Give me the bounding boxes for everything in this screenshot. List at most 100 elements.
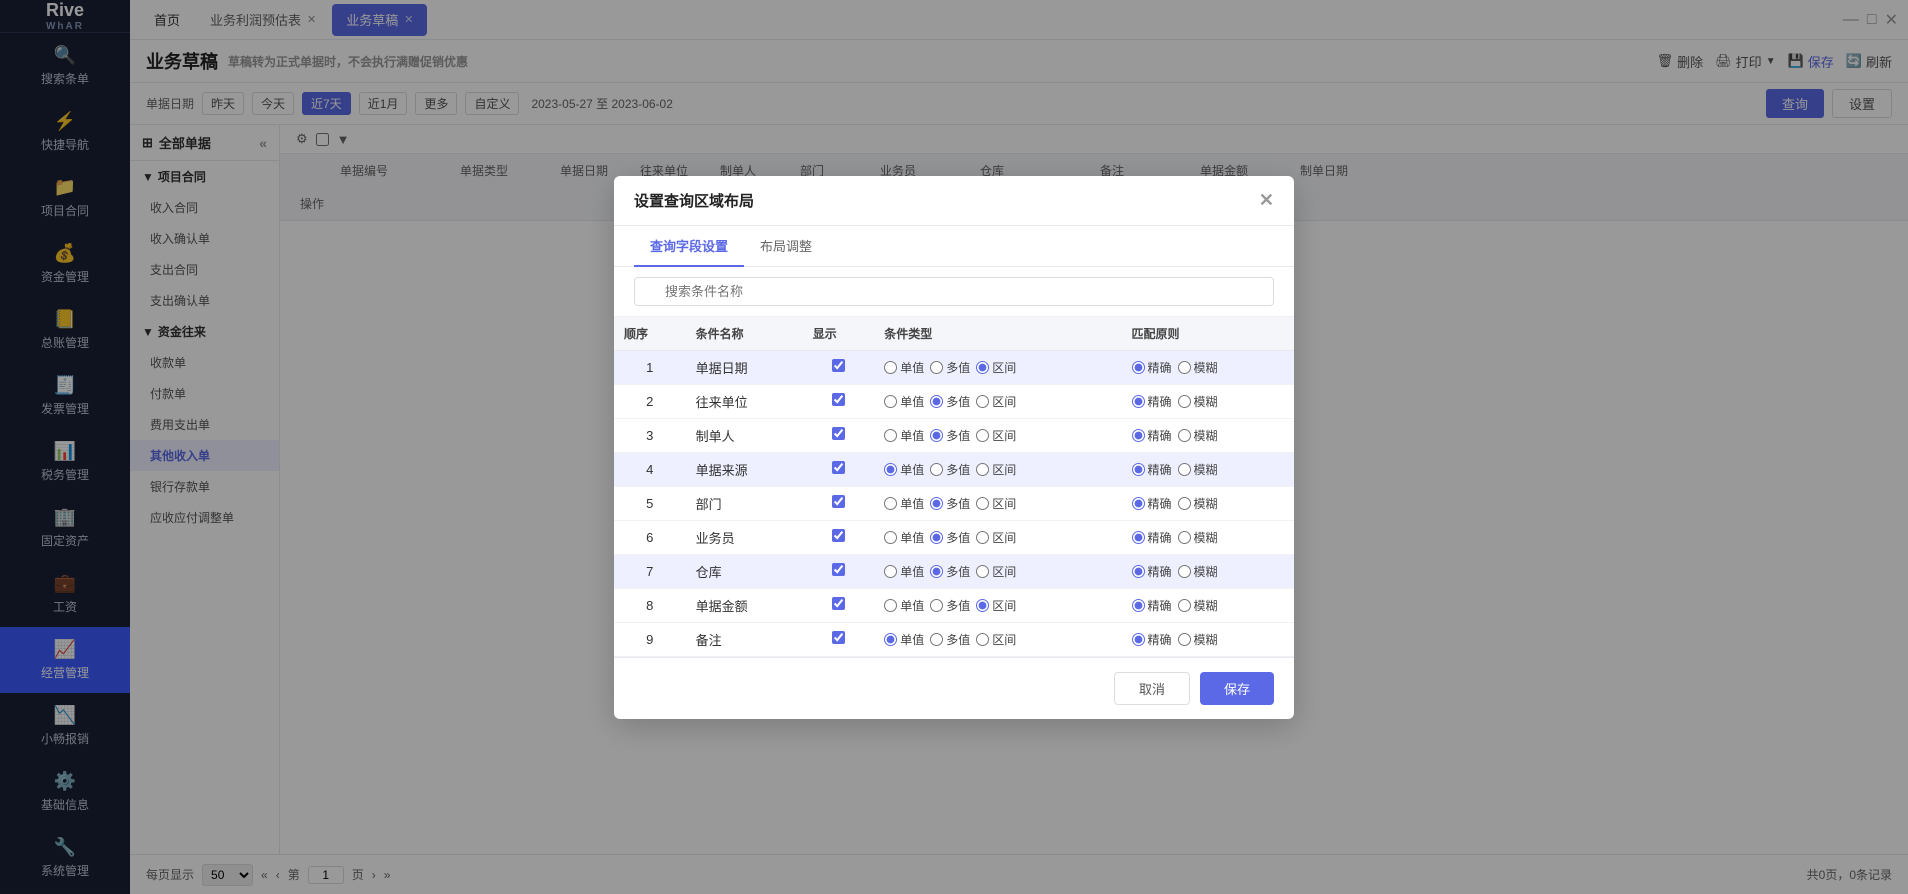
radio-match-精确[interactable]: 精确 <box>1132 631 1172 648</box>
modal-save-button[interactable]: 保存 <box>1200 672 1274 705</box>
modal-header: 设置查询区域布局 ✕ <box>614 176 1294 226</box>
modal-tabs: 查询字段设置 布局调整 <box>614 226 1294 267</box>
show-checkbox[interactable] <box>832 427 845 440</box>
cell-type: 单值多值区间 <box>874 452 1121 486</box>
radio-match-精确[interactable]: 精确 <box>1132 461 1172 478</box>
radio-match-模糊[interactable]: 模糊 <box>1178 495 1218 512</box>
cell-type: 单值多值区间 <box>874 554 1121 588</box>
radio-type-多值[interactable]: 多值 <box>930 393 970 410</box>
cell-match: 精确模糊 <box>1122 554 1294 588</box>
radio-match-模糊[interactable]: 模糊 <box>1178 529 1218 546</box>
cell-name: 单据来源 <box>686 452 803 486</box>
radio-type-单值[interactable]: 单值 <box>884 461 924 478</box>
radio-type-多值[interactable]: 多值 <box>930 563 970 580</box>
radio-match-精确[interactable]: 精确 <box>1132 427 1172 444</box>
radio-type-多值[interactable]: 多值 <box>930 461 970 478</box>
radio-match-模糊[interactable]: 模糊 <box>1178 393 1218 410</box>
radio-type-区间[interactable]: 区间 <box>976 529 1016 546</box>
cell-type: 单值多值区间 <box>874 384 1121 418</box>
cell-show <box>803 418 875 452</box>
cell-show <box>803 384 875 418</box>
radio-type-单值[interactable]: 单值 <box>884 495 924 512</box>
modal-tab-layout[interactable]: 布局调整 <box>744 226 828 267</box>
table-row: 9备注单值多值区间精确模糊 <box>614 622 1294 656</box>
radio-type-区间[interactable]: 区间 <box>976 563 1016 580</box>
radio-type-单值[interactable]: 单值 <box>884 529 924 546</box>
cell-name: 单据金额 <box>686 588 803 622</box>
radio-match-模糊[interactable]: 模糊 <box>1178 427 1218 444</box>
cell-type: 单值多值区间 <box>874 520 1121 554</box>
show-checkbox[interactable] <box>832 359 845 372</box>
radio-type-区间[interactable]: 区间 <box>976 461 1016 478</box>
radio-type-多值[interactable]: 多值 <box>930 427 970 444</box>
radio-match-精确[interactable]: 精确 <box>1132 359 1172 376</box>
radio-match-精确[interactable]: 精确 <box>1132 495 1172 512</box>
cell-name: 单据日期 <box>686 350 803 384</box>
radio-match-模糊[interactable]: 模糊 <box>1178 461 1218 478</box>
cell-type: 单值多值区间 <box>874 588 1121 622</box>
modal-search-area: 🔍 <box>614 267 1294 317</box>
table-row: 3制单人单值多值区间精确模糊 <box>614 418 1294 452</box>
cancel-button[interactable]: 取消 <box>1114 672 1190 705</box>
radio-type-区间[interactable]: 区间 <box>976 427 1016 444</box>
modal-search-input[interactable] <box>634 277 1274 306</box>
cell-show <box>803 452 875 486</box>
modal-close-btn[interactable]: ✕ <box>1259 190 1274 211</box>
cell-type: 单值多值区间 <box>874 350 1121 384</box>
radio-type-多值[interactable]: 多值 <box>930 495 970 512</box>
cell-match: 精确模糊 <box>1122 418 1294 452</box>
radio-type-多值[interactable]: 多值 <box>930 529 970 546</box>
th-name: 条件名称 <box>686 317 803 351</box>
show-checkbox[interactable] <box>832 529 845 542</box>
radio-type-区间[interactable]: 区间 <box>976 631 1016 648</box>
radio-type-单值[interactable]: 单值 <box>884 393 924 410</box>
cell-order: 6 <box>614 520 686 554</box>
radio-match-模糊[interactable]: 模糊 <box>1178 631 1218 648</box>
radio-match-模糊[interactable]: 模糊 <box>1178 359 1218 376</box>
th-show: 显示 <box>803 317 875 351</box>
radio-type-区间[interactable]: 区间 <box>976 495 1016 512</box>
modal-body: 顺序 条件名称 显示 条件类型 匹配原则 1单据日期单值多值区间精确模糊2往来单… <box>614 317 1294 657</box>
radio-match-模糊[interactable]: 模糊 <box>1178 563 1218 580</box>
radio-type-单值[interactable]: 单值 <box>884 359 924 376</box>
table-row: 8单据金额单值多值区间精确模糊 <box>614 588 1294 622</box>
table-row: 5部门单值多值区间精确模糊 <box>614 486 1294 520</box>
table-row: 2往来单位单值多值区间精确模糊 <box>614 384 1294 418</box>
radio-type-多值[interactable]: 多值 <box>930 359 970 376</box>
radio-type-区间[interactable]: 区间 <box>976 393 1016 410</box>
cell-show <box>803 350 875 384</box>
radio-match-精确[interactable]: 精确 <box>1132 529 1172 546</box>
cell-order: 2 <box>614 384 686 418</box>
show-checkbox[interactable] <box>832 393 845 406</box>
cell-match: 精确模糊 <box>1122 486 1294 520</box>
radio-match-精确[interactable]: 精确 <box>1132 563 1172 580</box>
radio-type-单值[interactable]: 单值 <box>884 597 924 614</box>
radio-type-单值[interactable]: 单值 <box>884 427 924 444</box>
radio-type-区间[interactable]: 区间 <box>976 597 1016 614</box>
cell-type: 单值多值区间 <box>874 486 1121 520</box>
radio-match-精确[interactable]: 精确 <box>1132 597 1172 614</box>
modal-overlay: 设置查询区域布局 ✕ 查询字段设置 布局调整 🔍 顺序 条件名称 <box>0 0 1908 894</box>
modal-title: 设置查询区域布局 <box>634 190 754 211</box>
modal-tab-fields[interactable]: 查询字段设置 <box>634 226 744 267</box>
cell-show <box>803 622 875 656</box>
show-checkbox[interactable] <box>832 563 845 576</box>
show-checkbox[interactable] <box>832 461 845 474</box>
show-checkbox[interactable] <box>832 597 845 610</box>
th-match: 匹配原则 <box>1122 317 1294 351</box>
radio-type-单值[interactable]: 单值 <box>884 563 924 580</box>
radio-type-多值[interactable]: 多值 <box>930 597 970 614</box>
cell-order: 8 <box>614 588 686 622</box>
table-row: 6业务员单值多值区间精确模糊 <box>614 520 1294 554</box>
cell-name: 往来单位 <box>686 384 803 418</box>
show-checkbox[interactable] <box>832 495 845 508</box>
radio-match-精确[interactable]: 精确 <box>1132 393 1172 410</box>
radio-type-多值[interactable]: 多值 <box>930 631 970 648</box>
table-row: 7仓库单值多值区间精确模糊 <box>614 554 1294 588</box>
radio-type-区间[interactable]: 区间 <box>976 359 1016 376</box>
radio-type-单值[interactable]: 单值 <box>884 631 924 648</box>
show-checkbox[interactable] <box>832 631 845 644</box>
cell-match: 精确模糊 <box>1122 452 1294 486</box>
cell-match: 精确模糊 <box>1122 622 1294 656</box>
radio-match-模糊[interactable]: 模糊 <box>1178 597 1218 614</box>
